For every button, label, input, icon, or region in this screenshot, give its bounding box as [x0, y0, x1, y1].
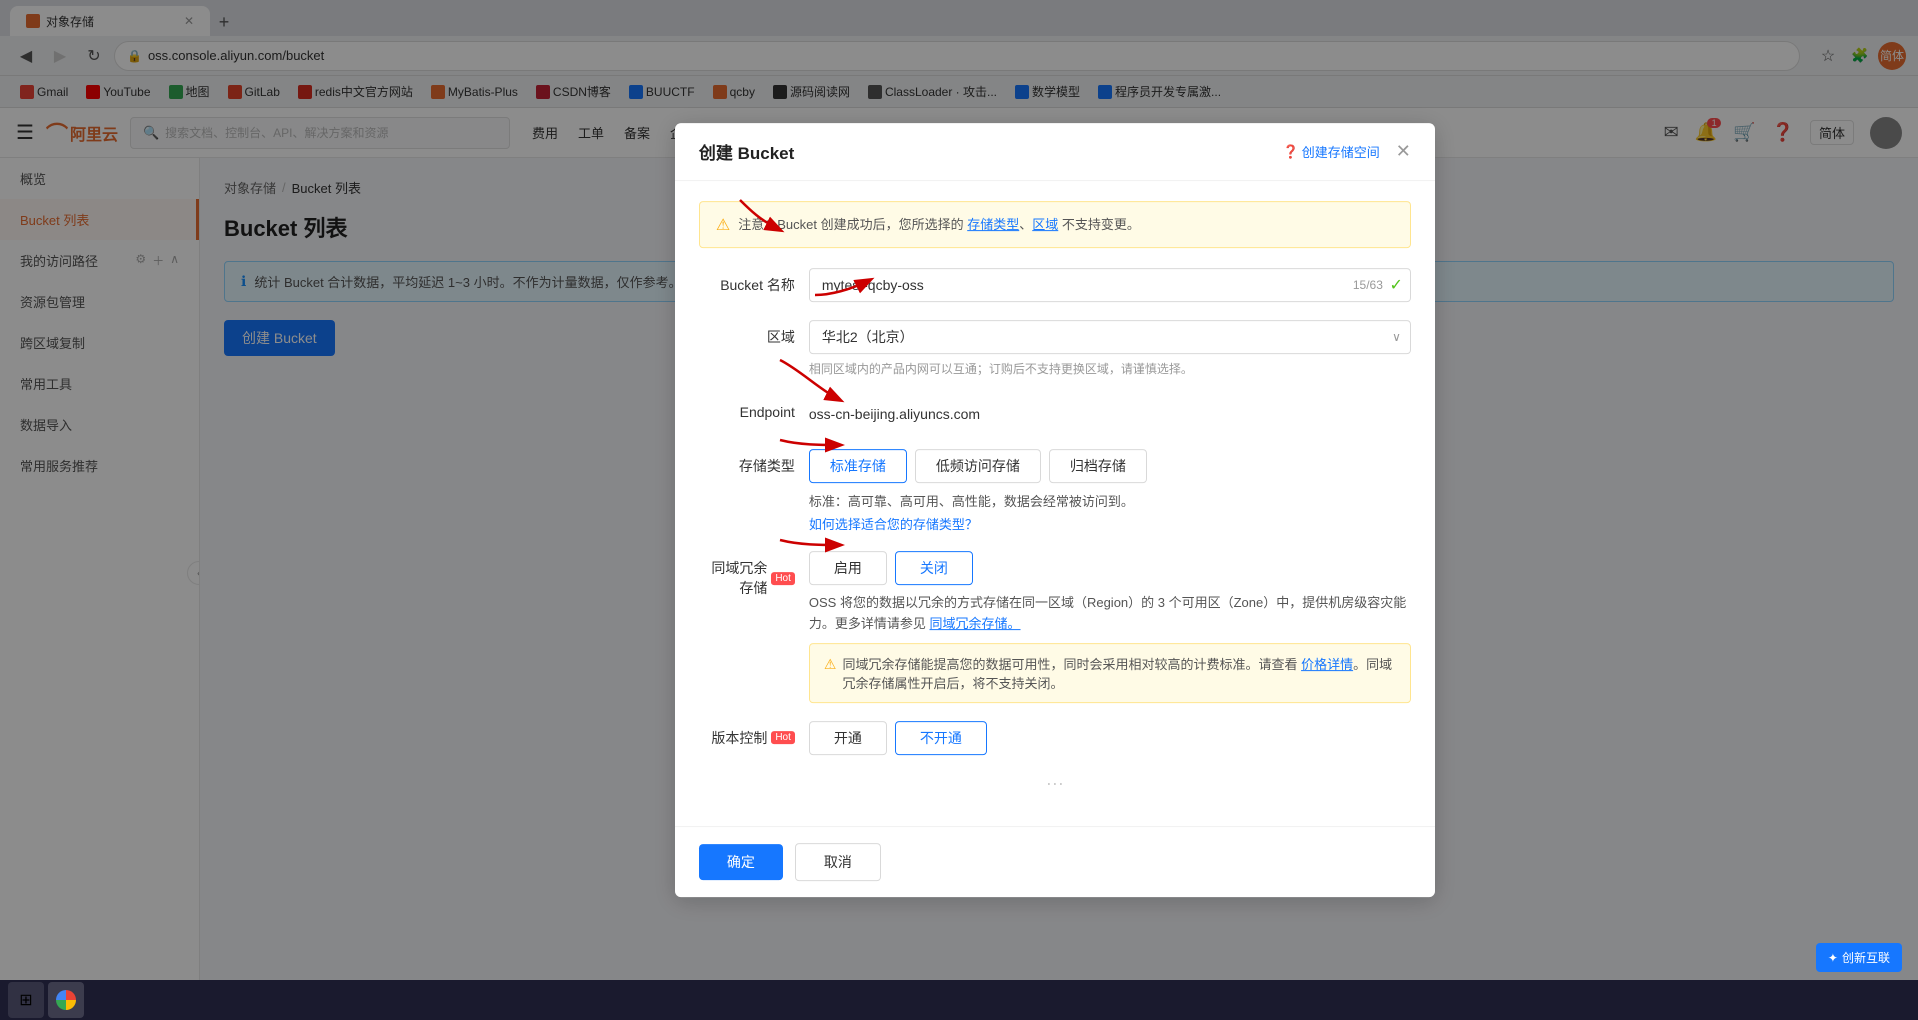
taskbar-start-btn[interactable]: ⊞ [8, 982, 44, 1018]
bucket-name-input-wrap: 15/63 ✓ [809, 268, 1411, 302]
bucket-name-input[interactable] [809, 268, 1411, 302]
taskbar-chrome-btn[interactable] [48, 982, 84, 1018]
notice-storage-type-link[interactable]: 存储类型 [967, 217, 1019, 232]
storage-archive-btn[interactable]: 归档存储 [1049, 449, 1147, 483]
storage-type-hint: 标准：高可靠、高可用、高性能，数据会经常被访问到。 [809, 491, 1411, 510]
redundancy-desc: OSS 将您的数据以冗余的方式存储在同一区域（Region）的 3 个可用区（Z… [809, 593, 1411, 635]
redundancy-label: 同域冗余存储 [699, 558, 767, 598]
redundancy-btn-group: 启用 关闭 [809, 551, 1411, 585]
region-row: 区域 华北2（北京） ∨ 相同区域内的产品内网可以互通；订购后不支持更换区域，请… [699, 320, 1411, 379]
taskbar: ⊞ [0, 980, 1918, 1020]
endpoint-row: Endpoint oss-cn-beijing.aliyuncs.com [699, 397, 1411, 431]
region-hint: 相同区域内的产品内网可以互通；订购后不支持更换区域，请谨慎选择。 [809, 360, 1411, 379]
region-select-wrap: 华北2（北京） ∨ [809, 320, 1411, 354]
storage-type-label: 存储类型 [699, 449, 809, 476]
storage-type-content: 标准存储 低频访问存储 归档存储 标准：高可靠、高可用、高性能，数据会经常被访问… [809, 449, 1411, 533]
bucket-name-label: Bucket 名称 [699, 268, 809, 295]
modal-help-link[interactable]: ❓ 创建存储空间 [1283, 142, 1380, 161]
logo-star-icon: ✦ [1828, 951, 1838, 965]
endpoint-value: oss-cn-beijing.aliyuncs.com [809, 397, 1411, 431]
version-control-label: 版本控制 [711, 728, 767, 748]
bucket-name-row: Bucket 名称 15/63 ✓ [699, 268, 1411, 302]
warning-text: 同域冗余存储能提高您的数据可用性，同时会采用相对较高的计费标准。请查看 价格详情… [842, 654, 1395, 692]
version-control-label-wrap: 版本控制 Hot [699, 721, 809, 748]
version-control-content: 开通 不开通 [809, 721, 1411, 755]
storage-type-link[interactable]: 如何选择适合您的存储类型？ [809, 514, 978, 533]
notice-region-link[interactable]: 区域 [1032, 217, 1058, 232]
modal-title: 创建 Bucket [699, 139, 794, 164]
modal-header: 创建 Bucket ❓ 创建存储空间 ✕ [675, 123, 1435, 181]
storage-standard-btn[interactable]: 标准存储 [809, 449, 907, 483]
notice-box: ⚠ 注意：Bucket 创建成功后，您所选择的 存储类型、区域 不支持变更。 [699, 201, 1411, 248]
endpoint-label: Endpoint [699, 397, 809, 420]
modal-body: ⚠ 注意：Bucket 创建成功后，您所选择的 存储类型、区域 不支持变更。 B… [675, 181, 1435, 826]
confirm-btn[interactable]: 确定 [699, 844, 783, 880]
version-enable-btn[interactable]: 开通 [809, 721, 887, 755]
redundancy-link[interactable]: 同域冗余存储。 [930, 616, 1021, 631]
redundancy-warning: ⚠ 同域冗余存储能提高您的数据可用性，同时会采用相对较高的计费标准。请查看 价格… [809, 643, 1411, 703]
region-content: 华北2（北京） ∨ 相同区域内的产品内网可以互通；订购后不支持更换区域，请谨慎选… [809, 320, 1411, 379]
redundancy-label-wrap: 同域冗余存储 Hot [699, 551, 809, 598]
redundancy-content: 启用 关闭 OSS 将您的数据以冗余的方式存储在同一区域（Region）的 3 … [809, 551, 1411, 703]
storage-type-row: 存储类型 标准存储 低频访问存储 归档存储 标准：高可靠、高可用、高性能，数据会… [699, 449, 1411, 533]
redundancy-enable-btn[interactable]: 启用 [809, 551, 887, 585]
more-options-hint: ··· [699, 765, 1411, 802]
bottom-logo: ✦ 创新互联 [1816, 943, 1902, 972]
notice-warning-icon: ⚠ [716, 215, 730, 235]
bottom-logo-text: 创新互联 [1842, 949, 1890, 966]
region-label: 区域 [699, 320, 809, 347]
modal-close-btn[interactable]: ✕ [1396, 141, 1411, 162]
cancel-btn[interactable]: 取消 [795, 843, 881, 881]
redundancy-hot-badge: Hot [771, 572, 795, 585]
version-control-row: 版本控制 Hot 开通 不开通 [699, 721, 1411, 755]
region-select[interactable]: 华北2（北京） [809, 320, 1411, 354]
create-bucket-modal: 创建 Bucket ❓ 创建存储空间 ✕ ⚠ 注意：Bucket 创建成功后，您… [675, 123, 1435, 897]
storage-infrequent-btn[interactable]: 低频访问存储 [915, 449, 1041, 483]
notice-text: 注意：Bucket 创建成功后，您所选择的 存储类型、区域 不支持变更。 [738, 214, 1140, 233]
bucket-name-ok-icon: ✓ [1389, 275, 1402, 295]
modal-footer: 确定 取消 [675, 826, 1435, 897]
version-disable-btn[interactable]: 不开通 [895, 721, 987, 755]
price-detail-link[interactable]: 价格详情 [1301, 657, 1353, 672]
version-control-hot-badge: Hot [771, 731, 795, 744]
redundancy-disable-btn[interactable]: 关闭 [895, 551, 973, 585]
bucket-name-count: 15/63 [1353, 278, 1383, 292]
redundancy-row: 同域冗余存储 Hot 启用 关闭 OSS 将您的数据以冗余的方式存储在同一区域（… [699, 551, 1411, 703]
storage-type-btn-group: 标准存储 低频访问存储 归档存储 [809, 449, 1411, 483]
question-circle-icon: ❓ [1283, 144, 1299, 160]
warning-icon: ⚠ [824, 656, 837, 673]
version-control-btn-group: 开通 不开通 [809, 721, 1411, 755]
